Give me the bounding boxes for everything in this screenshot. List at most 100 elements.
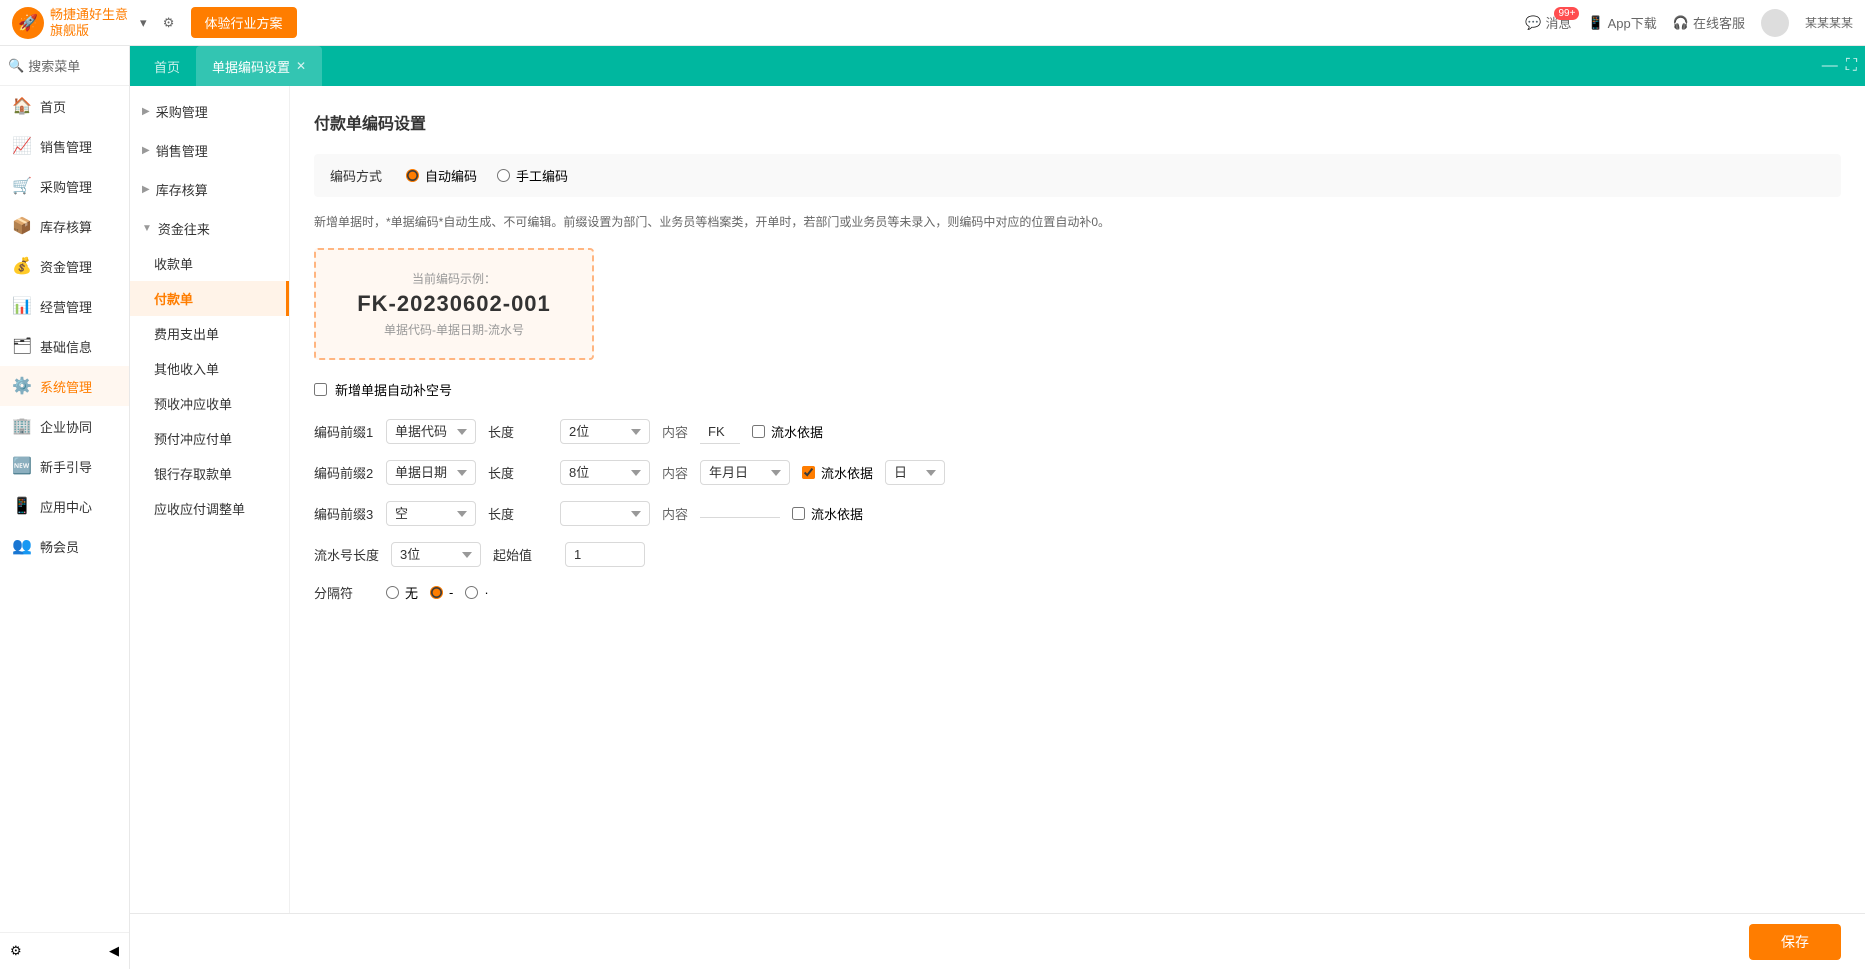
sidebar-label-inventory: 库存核算 [40,217,92,236]
auto-fill-checkbox[interactable] [314,383,327,396]
auto-fill-label: 新增单据自动补空号 [335,380,452,399]
preview-box: 当前编码示例： FK-20230602-001 单据代码-单据日期-流水号 [314,248,594,360]
length1-select[interactable]: 2位 [560,419,650,444]
sep-dot-label: · [484,585,488,600]
sidebar-label-enterprise: 企业协同 [40,417,92,436]
auto-encode-radio[interactable]: 自动编码 [406,166,477,185]
stream1-check: 流水依据 [752,422,823,441]
sep-dash-input[interactable] [430,586,443,599]
page-title: 付款单编码设置 [314,110,1841,134]
auto-encode-input[interactable] [406,169,419,182]
tab-minimize-icon[interactable]: — [1822,57,1838,75]
sep-none-input[interactable] [386,586,399,599]
service-button[interactable]: 🎧 在线客服 [1673,13,1745,32]
length1-label: 长度 [488,422,548,441]
sidebar-item-purchase[interactable]: 🛒 采购管理 [0,166,129,206]
sidebar-search[interactable]: 🔍 搜索菜单 [0,46,129,86]
trial-button[interactable]: 体验行业方案 [191,7,297,38]
tab-encode-settings[interactable]: 单据编码设置 ✕ [196,46,322,86]
nav-dropdown[interactable]: ▾ [140,15,147,31]
finance-icon: 💰 [12,256,32,276]
sidebar: 🔍 搜索菜单 🏠 首页 📈 销售管理 🛒 采购管理 📦 库存核算 💰 资金管理 … [0,46,130,969]
nav-group-header-capital[interactable]: ▼ 资金往来 [130,211,289,246]
sidebar-item-member[interactable]: 👥 畅会员 [0,526,129,566]
sidebar-item-enterprise[interactable]: 🏢 企业协同 [0,406,129,446]
sep-dash-radio[interactable]: - [430,585,453,600]
tab-home[interactable]: 首页 [138,46,196,86]
prefix1-select[interactable]: 单据代码 [386,419,476,444]
length3-select[interactable] [560,501,650,526]
save-button[interactable]: 保存 [1749,924,1841,960]
settings-icon-bottom[interactable]: ⚙ [10,943,22,959]
sidebar-item-home[interactable]: 🏠 首页 [0,86,129,126]
app-download-button[interactable]: 📱 App下载 [1587,13,1656,32]
sidebar-item-operation[interactable]: 📊 经营管理 [0,286,129,326]
sidebar-item-finance[interactable]: 💰 资金管理 [0,246,129,286]
length2-select[interactable]: 8位 [560,460,650,485]
search-label: 搜索菜单 [28,56,80,75]
stream3-check: 流水依据 [792,504,863,523]
prefix1-row: 编码前缀1 单据代码 长度 2位 内容 FK 流水依据 [314,419,1841,444]
sidebar-item-base[interactable]: 🗂 基础信息 [0,326,129,366]
chevron-down-icon: ▼ [142,223,152,234]
auto-fill-row: 新增单据自动补空号 [314,380,1841,399]
sep-dot-radio[interactable]: · [465,585,488,600]
content2-select[interactable]: 年月日 [700,460,790,485]
manual-encode-radio[interactable]: 手工编码 [497,166,568,185]
nav-group-sales: ▶ 销售管理 [130,133,289,168]
service-label: 在线客服 [1693,13,1745,32]
sep-none-radio[interactable]: 无 [386,583,418,602]
nav-item-adjust[interactable]: 应收应付调整单 [130,491,289,526]
user-avatar[interactable] [1761,9,1789,37]
chevron-right-icon: ▶ [142,106,150,117]
prefix3-select[interactable]: 空 [386,501,476,526]
content3-label: 内容 [662,504,688,523]
sidebar-item-sales[interactable]: 📈 销售管理 [0,126,129,166]
nav-group-header-sales[interactable]: ▶ 销售管理 [130,133,289,168]
nav-group-inventory: ▶ 库存核算 [130,172,289,207]
sidebar-label-system: 系统管理 [40,377,92,396]
nav-item-pre-payment[interactable]: 预付冲应付单 [130,421,289,456]
settings-icon[interactable]: ⚙ [155,9,183,37]
nav-dropdown-label: ▾ [140,15,147,31]
collapse-icon[interactable]: ◀ [109,943,119,959]
separator-label: 分隔符 [314,583,374,602]
content1-value: FK [700,420,740,444]
nav-group-header-purchase[interactable]: ▶ 采购管理 [130,94,289,129]
nav-group-purchase: ▶ 采购管理 [130,94,289,129]
message-badge: 99+ [1554,7,1579,20]
content-area: 首页 单据编码设置 ✕ — ⛶ ▶ 采购管理 [130,46,1865,969]
content2-label: 内容 [662,463,688,482]
apps-icon: 📱 [12,496,32,516]
form-area: 付款单编码设置 编码方式 自动编码 手工编码 [290,86,1865,913]
nav-group-label-purchase: 采购管理 [156,102,208,121]
sep-dot-input[interactable] [465,586,478,599]
purchase-icon: 🛒 [12,176,32,196]
stream2-checkbox[interactable] [802,466,815,479]
sidebar-item-system[interactable]: ⚙️ 系统管理 [0,366,129,406]
sidebar-item-guide[interactable]: 🆕 新手引导 [0,446,129,486]
stream3-checkbox[interactable] [792,507,805,520]
tab-close-icon[interactable]: ✕ [296,59,306,73]
tab-expand-icon[interactable]: ⛶ [1846,57,1857,75]
sidebar-item-apps[interactable]: 📱 应用中心 [0,486,129,526]
nav-item-bank[interactable]: 银行存取款单 [130,456,289,491]
message-button[interactable]: 💬 消息 99+ [1525,13,1571,32]
nav-item-payment[interactable]: 付款单 [130,281,289,316]
prefix2-select[interactable]: 单据日期 [386,460,476,485]
nav-item-expense[interactable]: 费用支出单 [130,316,289,351]
prefix2-row: 编码前缀2 单据日期 长度 8位 内容 年月日 流水依据 [314,460,1841,485]
nav-group-header-inventory[interactable]: ▶ 库存核算 [130,172,289,207]
start-val-input[interactable] [565,542,645,567]
stream1-checkbox[interactable] [752,425,765,438]
sidebar-item-inventory[interactable]: 📦 库存核算 [0,206,129,246]
nav-item-receipt[interactable]: 收款单 [130,246,289,281]
serial-len-select[interactable]: 3位 [391,542,481,567]
stream2-unit-select[interactable]: 日 [885,460,945,485]
inventory-icon: 📦 [12,216,32,236]
prefix2-label: 编码前缀2 [314,463,374,482]
manual-encode-input[interactable] [497,169,510,182]
nav-item-pre-receipt[interactable]: 预收冲应收单 [130,386,289,421]
sep-none-label: 无 [405,583,418,602]
nav-item-other-income[interactable]: 其他收入单 [130,351,289,386]
